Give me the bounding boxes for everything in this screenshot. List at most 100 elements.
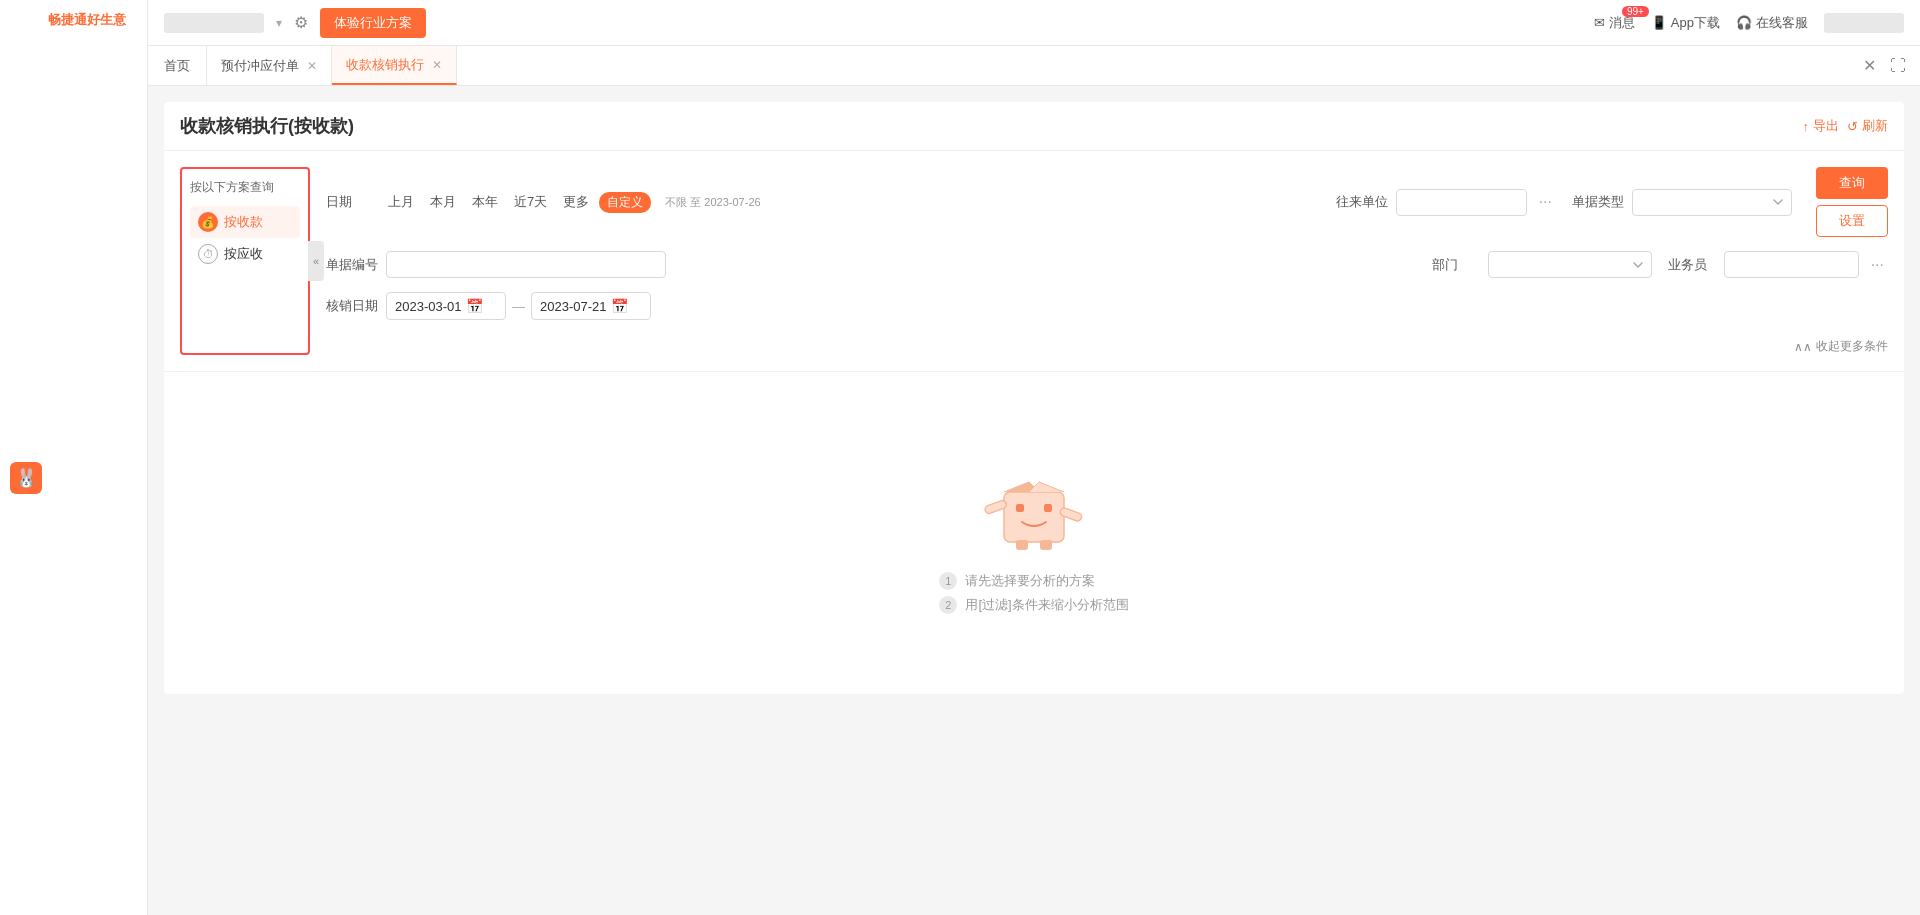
counterpart-input[interactable] [1396,189,1527,216]
salesman-more-icon[interactable]: ··· [1867,256,1888,274]
page-header: 收款核销执行(按收款) ↑ 导出 ↺ 刷新 [164,102,1904,150]
filter-field-counterpart: 往来单位 ··· [1336,189,1556,216]
filter-option-receivable-label: 按应收 [224,245,263,263]
counterpart-more-icon[interactable]: ··· [1535,193,1556,211]
docno-label: 单据编号 [326,256,378,274]
svg-rect-1 [1016,504,1024,512]
filter-field-date: 日期 上月 本月 本年 近7天 更多 自定义 不限 至 2023-07-26 [326,191,1320,213]
filter-field-writeoff-date: 核销日期 2023-03-01 📅 — 2023-07-21 📅 [326,292,1888,320]
filter-panel-inner: 按以下方案查询 💰 按收款 ⏱ 按应收 « [164,151,1904,371]
filter-option-by-receivable[interactable]: ⏱ 按应收 [190,238,300,270]
refresh-button[interactable]: ↺ 刷新 [1847,117,1888,135]
date-label: 日期 [326,193,374,211]
topbar-brand-name [164,13,264,33]
date-btn-more[interactable]: 更多 [557,191,595,213]
filter-scheme-sidebar: 按以下方案查询 💰 按收款 ⏱ 按应收 « [180,167,310,355]
message-button[interactable]: ✉ 消息 99+ [1594,14,1635,32]
empty-tip-2: 2 用[过滤]条件来缩小分析范围 [939,596,1128,614]
salesman-input[interactable] [1724,251,1859,278]
filter-option-by-receipt[interactable]: 💰 按收款 [190,206,300,238]
empty-tip-1: 1 请先选择要分析的方案 [939,572,1128,590]
phone-icon: 📱 [1651,15,1667,30]
refresh-icon: ↺ [1847,119,1858,134]
headset-icon: 🎧 [1736,15,1752,30]
svg-rect-2 [1044,504,1052,512]
topbar: ▾ ⚙ 体验行业方案 ✉ 消息 99+ 📱 App下载 🎧 在线客服 [148,0,1920,46]
filter-form: 日期 上月 本月 本年 近7天 更多 自定义 不限 至 2023-07-26 [326,167,1888,355]
filter-field-docno: 单据编号 [326,251,1416,278]
setting-button[interactable]: 设置 [1816,205,1888,237]
svg-rect-0 [1004,492,1064,542]
tab-expand-icon[interactable]: ⛶ [1886,53,1910,79]
export-button[interactable]: ↑ 导出 [1803,117,1840,135]
tab-prepay[interactable]: 预付冲应付单 ✕ [207,46,332,85]
writeoff-date-end-value: 2023-07-21 [540,299,607,314]
tab-prepay-label: 预付冲应付单 [221,57,299,75]
page-actions: ↑ 导出 ↺ 刷新 [1803,117,1889,135]
scheme-collapse-button[interactable]: « [308,241,324,281]
message-badge: 99+ [1622,6,1649,17]
gear-icon[interactable]: ⚙ [294,13,308,32]
filter-field-dept: 部门 [1432,251,1652,278]
tab-writeoff[interactable]: 收款核销执行 ✕ [332,46,457,85]
empty-tips: 1 请先选择要分析的方案 2 用[过滤]条件来缩小分析范围 [939,572,1128,614]
logo-text-block: 畅捷通好生意 标准版 [48,12,126,915]
tab-writeoff-label: 收款核销执行 [346,56,424,74]
app-download-button[interactable]: 📱 App下载 [1651,14,1720,32]
writeoff-date-input-group: 2023-03-01 📅 — 2023-07-21 📅 [386,292,1888,320]
refresh-label: 刷新 [1862,117,1888,135]
tabbar-actions: ✕ ⛶ [1849,46,1920,85]
date-btn-lastmonth[interactable]: 上月 [382,191,420,213]
logo-text: 畅捷通好生意 [48,12,126,915]
content-area: 收款核销执行(按收款) ↑ 导出 ↺ 刷新 按以下方案查询 [148,86,1920,915]
writeoff-date-start-input[interactable]: 2023-03-01 📅 [386,292,506,320]
tab-home[interactable]: 首页 [148,46,207,85]
topbar-brand [164,13,264,33]
query-button[interactable]: 查询 [1816,167,1888,199]
date-btn-custom[interactable]: 自定义 [599,192,651,213]
docno-input[interactable] [386,251,666,278]
date-btn-thismonth[interactable]: 本月 [424,191,462,213]
filter-row-2: 单据编号 部门 业务员 ··· [326,251,1888,278]
receivable-icon: ⏱ [198,244,218,264]
tab-close-all-icon[interactable]: ✕ [1859,52,1880,79]
doctype-select[interactable] [1632,189,1792,216]
service-label: 在线客服 [1756,14,1808,32]
chevron-down-icon[interactable]: ▾ [276,16,282,30]
tab-prepay-close[interactable]: ✕ [307,59,317,73]
user-name [1824,13,1904,33]
collapse-more-conditions[interactable]: ∧∧ 收起更多条件 [326,338,1888,355]
doctype-label: 单据类型 [1572,193,1624,211]
empty-state: 1 请先选择要分析的方案 2 用[过滤]条件来缩小分析范围 [164,372,1904,694]
writeoff-date-start-cal-icon: 📅 [466,298,483,314]
counterpart-label: 往来单位 [1336,193,1388,211]
app-download-label: App下载 [1671,14,1720,32]
dept-select[interactable] [1488,251,1652,278]
collapse-chevron-icon: « [313,255,319,267]
service-button[interactable]: 🎧 在线客服 [1736,14,1808,32]
filter-option-receipt-label: 按收款 [224,213,263,231]
receipt-icon: 💰 [198,212,218,232]
empty-illustration [974,452,1094,552]
home-tab-label: 首页 [164,57,190,75]
dept-label: 部门 [1432,256,1480,274]
filter-row-3: 核销日期 2023-03-01 📅 — 2023-07-21 📅 [326,292,1888,320]
date-btn-7days[interactable]: 近7天 [508,191,553,213]
writeoff-date-end-input[interactable]: 2023-07-21 📅 [531,292,651,320]
salesman-label: 业务员 [1668,256,1716,274]
writeoff-date-start-value: 2023-03-01 [395,299,462,314]
filter-actions: 查询 设置 [1816,167,1888,237]
message-icon: ✉ [1594,15,1605,30]
writeoff-date-end-cal-icon: 📅 [611,298,628,314]
filter-field-salesman: 业务员 ··· [1668,251,1888,278]
collapse-more-icon: ∧∧ [1794,340,1812,354]
svg-rect-5 [1016,540,1028,550]
tab-writeoff-close[interactable]: ✕ [432,58,442,72]
tabbar: 首页 预付冲应付单 ✕ 收款核销执行 ✕ ✕ ⛶ [148,46,1920,86]
date-btn-thisyear[interactable]: 本年 [466,191,504,213]
solution-button[interactable]: 体验行业方案 [320,8,426,38]
sidebar-logo: 🐰 畅捷通好生意 标准版 [0,0,147,915]
sidebar: 🐰 畅捷通好生意 标准版 🔍 搜索菜单 🏠 快捷导航 📢 营销推广 💰 销售管理… [0,0,148,915]
collapse-more-label: 收起更多条件 [1816,338,1888,355]
app-name: 畅捷通好生意 [48,12,126,915]
